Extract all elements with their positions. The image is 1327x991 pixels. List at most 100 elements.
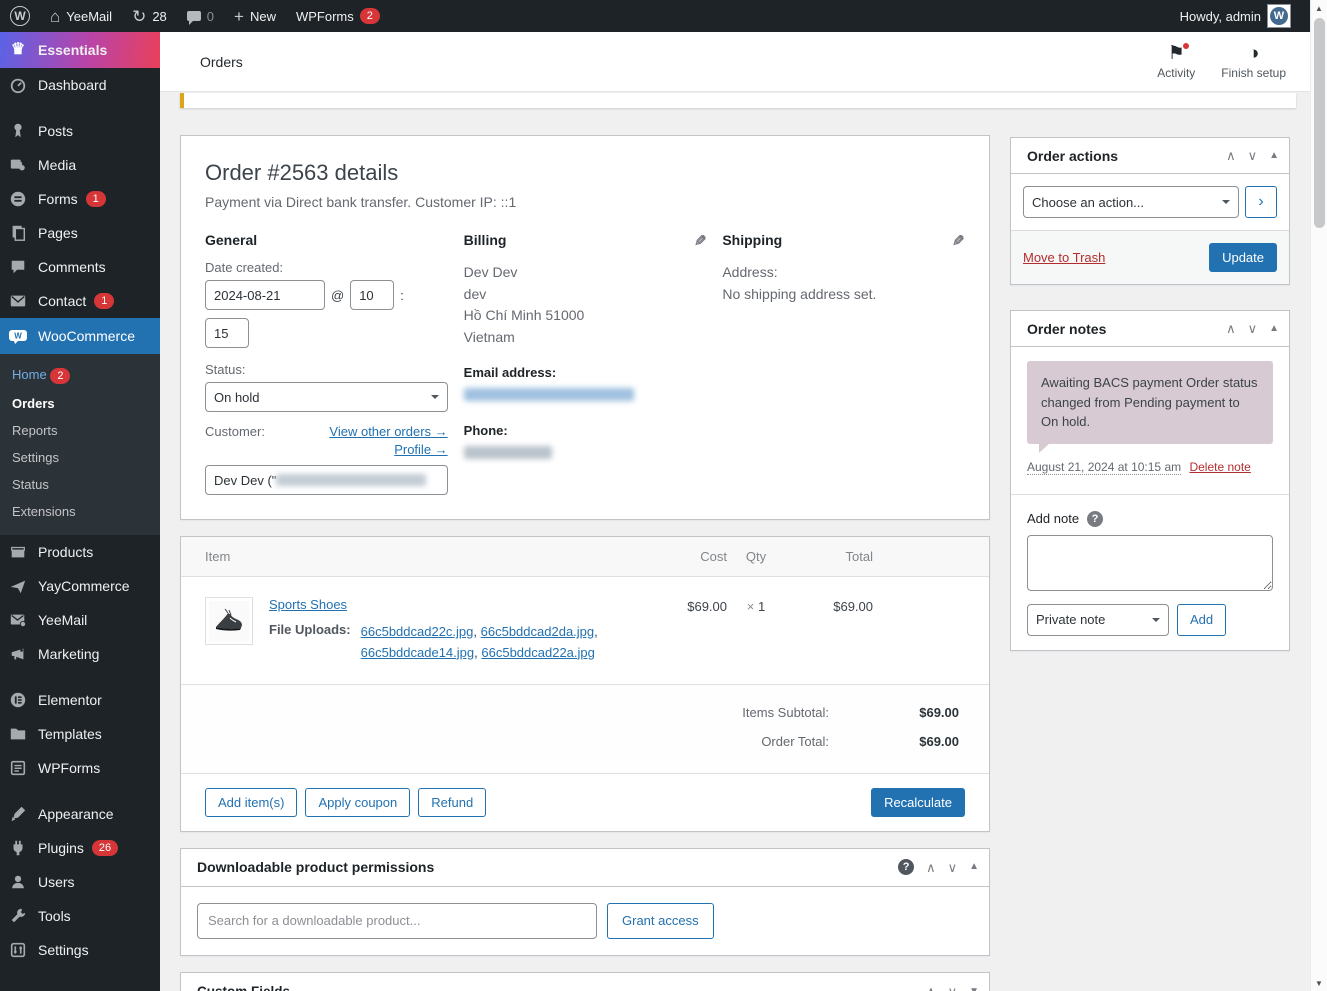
submenu-item-reports[interactable]: Reports [0, 417, 160, 444]
site-name-menu[interactable]: ⌂ YeeMail [40, 0, 122, 32]
apply-coupon-button[interactable]: Apply coupon [305, 787, 411, 817]
sidebar-item-comments[interactable]: Comments [0, 250, 160, 284]
updates-menu[interactable]: ↻ 28 [122, 0, 177, 32]
billing-city: Hồ Chí Minh 51000 [463, 307, 585, 324]
svg-text:W: W [14, 332, 22, 341]
file-upload-link[interactable]: 66c5bddcad22c.jpg [361, 624, 474, 639]
sidebar-item-plugins[interactable]: Plugins 26 [0, 831, 160, 865]
view-other-orders-link[interactable]: View other orders → [329, 424, 447, 439]
add-note-textarea[interactable] [1027, 534, 1273, 591]
collapse-icon[interactable]: ▲ [1269, 150, 1279, 161]
downloadable-search-input[interactable] [197, 902, 597, 939]
profile-link[interactable]: Profile → [329, 442, 447, 457]
main-content: Orders ⚑ Activity ◑ Finish setup Order #… [160, 32, 1310, 991]
wordpress-logo-menu[interactable]: W [0, 0, 40, 32]
sidebar-item-yaycommerce[interactable]: YayCommerce [0, 569, 160, 603]
email-label: Email address: [463, 364, 557, 380]
activity-button[interactable]: ⚑ Activity [1157, 42, 1195, 80]
my-account-menu[interactable]: Howdy, admin W [1170, 0, 1301, 32]
sidebar-item-marketing[interactable]: Marketing [0, 637, 160, 671]
sidebar-item-yeemail[interactable]: YeeMail [0, 603, 160, 637]
file-upload-link[interactable]: 66c5bddcad22a.jpg [481, 645, 595, 660]
add-note-help-icon[interactable]: ? [1087, 510, 1104, 527]
billing-company: dev [463, 285, 487, 302]
sidebar-item-wpforms[interactable]: WPForms [0, 751, 160, 785]
move-up-icon[interactable]: ∧ [926, 861, 936, 874]
wpforms-menu[interactable]: WPForms 2 [286, 0, 390, 32]
submenu-item-settings[interactable]: Settings [0, 444, 160, 471]
finish-setup-button[interactable]: ◑ Finish setup [1221, 43, 1286, 80]
move-down-icon[interactable]: ∨ [948, 985, 958, 991]
move-down-icon[interactable]: ∨ [1248, 322, 1258, 335]
file-upload-link[interactable]: 66c5bddcade14.jpg [361, 645, 475, 660]
sidebar-item-media[interactable]: Media [0, 148, 160, 182]
sidebar-item-forms[interactable]: Forms 1 [0, 182, 160, 216]
user-icon [8, 873, 28, 891]
submenu-item-status[interactable]: Status [0, 471, 160, 498]
move-up-icon[interactable]: ∧ [926, 985, 936, 991]
sidebar-item-settings[interactable]: Settings [0, 933, 160, 967]
apply-action-button[interactable]: › [1245, 186, 1277, 218]
add-note-button[interactable]: Add [1177, 603, 1227, 636]
sidebar-item-contact[interactable]: Contact 1 [0, 284, 160, 318]
submenu-item-orders[interactable]: Orders [0, 390, 160, 417]
collapse-icon[interactable]: ▲ [1269, 323, 1279, 334]
wordpress-logo-icon: W [10, 6, 30, 26]
note-type-select[interactable]: Private note [1027, 603, 1169, 636]
collapse-icon[interactable]: ▲ [969, 862, 979, 872]
sidebar-item-pages[interactable]: Pages [0, 216, 160, 250]
delete-note-link[interactable]: Delete note [1189, 460, 1250, 474]
move-down-icon[interactable]: ∨ [1248, 149, 1258, 162]
shipping-column: Shipping ✎ Address: No shipping address … [722, 232, 965, 495]
gravity-forms-icon [8, 190, 28, 208]
product-link[interactable]: Sports Shoes [269, 597, 347, 612]
sliders-icon [8, 941, 28, 959]
help-icon[interactable]: ? [898, 859, 915, 876]
add-items-button[interactable]: Add item(s) [205, 787, 298, 817]
scroll-down-arrow[interactable]: ▼ [1311, 975, 1327, 991]
sidebar-item-products[interactable]: Products [0, 535, 160, 569]
grant-access-button[interactable]: Grant access [607, 902, 714, 939]
order-status-select[interactable]: On hold [205, 382, 448, 412]
move-up-icon[interactable]: ∧ [1226, 149, 1236, 162]
forms-badge: 1 [85, 191, 106, 207]
sidebar-item-appearance[interactable]: Appearance [0, 797, 160, 831]
order-notes-panel: Order notes ∧ ∨ ▲ Awaiting BACS payment … [1010, 310, 1290, 651]
order-details-panel: Order #2563 details Payment via Direct b… [180, 135, 990, 520]
sidebar-item-posts[interactable]: Posts [0, 114, 160, 148]
redacted-billing-phone [463, 445, 552, 459]
order-minute-input[interactable] [205, 318, 249, 348]
order-date-input[interactable] [205, 280, 325, 310]
sidebar-item-users[interactable]: Users [0, 865, 160, 899]
sidebar-item-essentials[interactable]: ♛ Essentials [0, 32, 160, 68]
sidebar-item-tools[interactable]: Tools [0, 899, 160, 933]
submenu-item-home[interactable]: Home 2 [0, 361, 160, 390]
customer-select[interactable]: Dev Dev (" [205, 465, 448, 495]
sidebar-item-dashboard[interactable]: Dashboard [0, 68, 160, 102]
file-upload-link[interactable]: 66c5bddcad2da.jpg [481, 624, 595, 639]
refund-button[interactable]: Refund [418, 787, 487, 817]
sidebar-item-woocommerce[interactable]: W WooCommerce [0, 318, 160, 354]
submenu-item-extensions[interactable]: Extensions [0, 498, 160, 525]
recalculate-button[interactable]: Recalculate [871, 787, 965, 817]
move-up-icon[interactable]: ∧ [1226, 322, 1236, 335]
sidebar-item-elementor[interactable]: Elementor [0, 683, 160, 717]
scroll-up-arrow[interactable]: ▲ [1311, 0, 1327, 16]
megaphone-icon [8, 645, 28, 663]
edit-billing-pencil-icon[interactable]: ✎ [694, 232, 707, 250]
note-date[interactable]: August 21, 2024 at 10:15 am [1027, 459, 1182, 475]
sidebar-item-templates[interactable]: Templates [0, 717, 160, 751]
edit-shipping-pencil-icon[interactable]: ✎ [952, 232, 965, 250]
move-to-trash-link[interactable]: Move to Trash [1023, 250, 1105, 265]
order-actions-panel: Order actions ∧ ∨ ▲ Choose an action... … [1010, 137, 1290, 285]
scrollbar-thumb[interactable] [1313, 18, 1325, 228]
move-down-icon[interactable]: ∨ [948, 861, 958, 874]
order-hour-input[interactable] [350, 280, 395, 310]
update-button[interactable]: Update [1209, 243, 1277, 272]
collapse-icon[interactable]: ▼ [969, 986, 979, 991]
new-content-menu[interactable]: + New [224, 0, 286, 32]
brush-icon [8, 805, 28, 823]
comments-menu[interactable]: 0 [177, 0, 224, 32]
order-action-select[interactable]: Choose an action... [1023, 186, 1239, 218]
scrollbar[interactable]: ▲ ▼ [1310, 0, 1327, 991]
